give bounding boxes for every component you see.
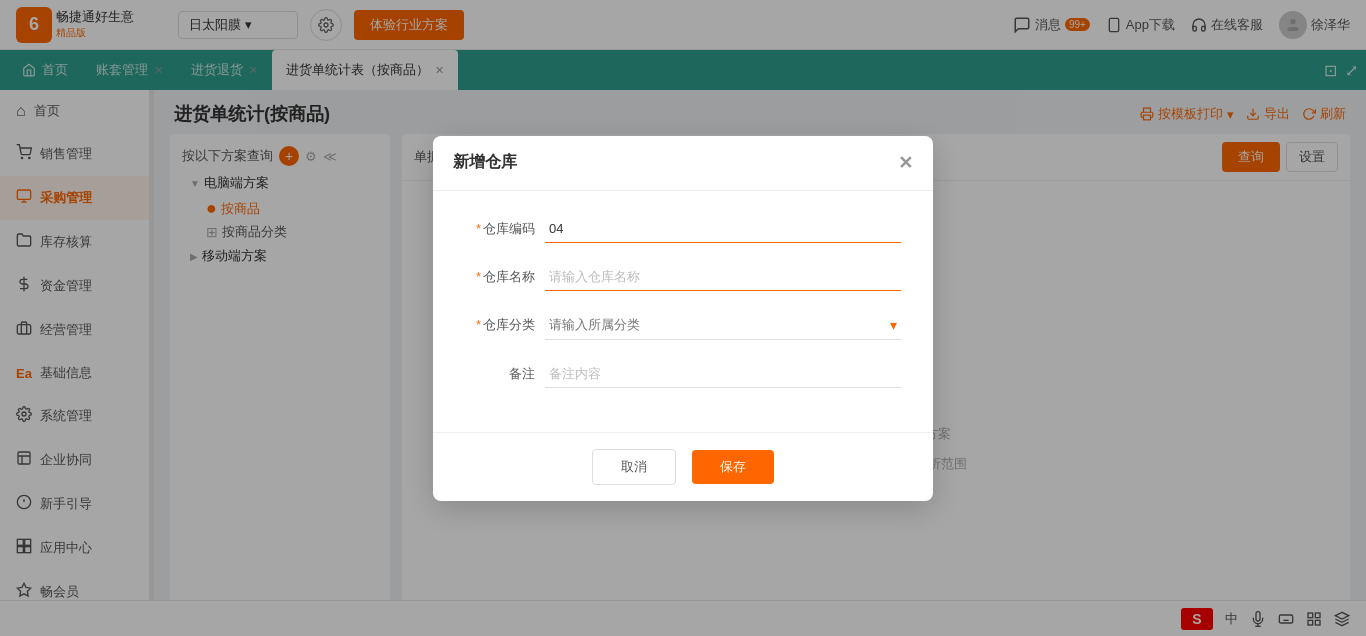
name-label: 仓库名称 [465,268,545,286]
modal-body: 仓库编码 仓库名称 仓库分类 ▾ 备注 [433,191,933,432]
form-row-name: 仓库名称 [465,263,901,291]
save-button[interactable]: 保存 [692,450,774,484]
new-warehouse-modal: 新增仓库 ✕ 仓库编码 仓库名称 仓库分类 ▾ [433,136,933,501]
form-row-category: 仓库分类 ▾ [465,311,901,340]
category-select-wrap[interactable]: ▾ [545,311,901,340]
remark-input[interactable] [545,360,901,388]
code-label: 仓库编码 [465,220,545,238]
category-input[interactable] [549,317,890,332]
modal-overlay: 新增仓库 ✕ 仓库编码 仓库名称 仓库分类 ▾ [0,0,1366,636]
modal-close-button[interactable]: ✕ [898,152,913,174]
remark-label: 备注 [465,365,545,383]
category-dropdown-arrow[interactable]: ▾ [890,317,897,333]
modal-header: 新增仓库 ✕ [433,136,933,191]
code-input[interactable] [545,215,901,243]
form-row-code: 仓库编码 [465,215,901,243]
form-row-remark: 备注 [465,360,901,388]
category-label: 仓库分类 [465,316,545,334]
modal-title: 新增仓库 [453,152,517,173]
modal-footer: 取消 保存 [433,432,933,501]
name-input[interactable] [545,263,901,291]
cancel-button[interactable]: 取消 [592,449,676,485]
